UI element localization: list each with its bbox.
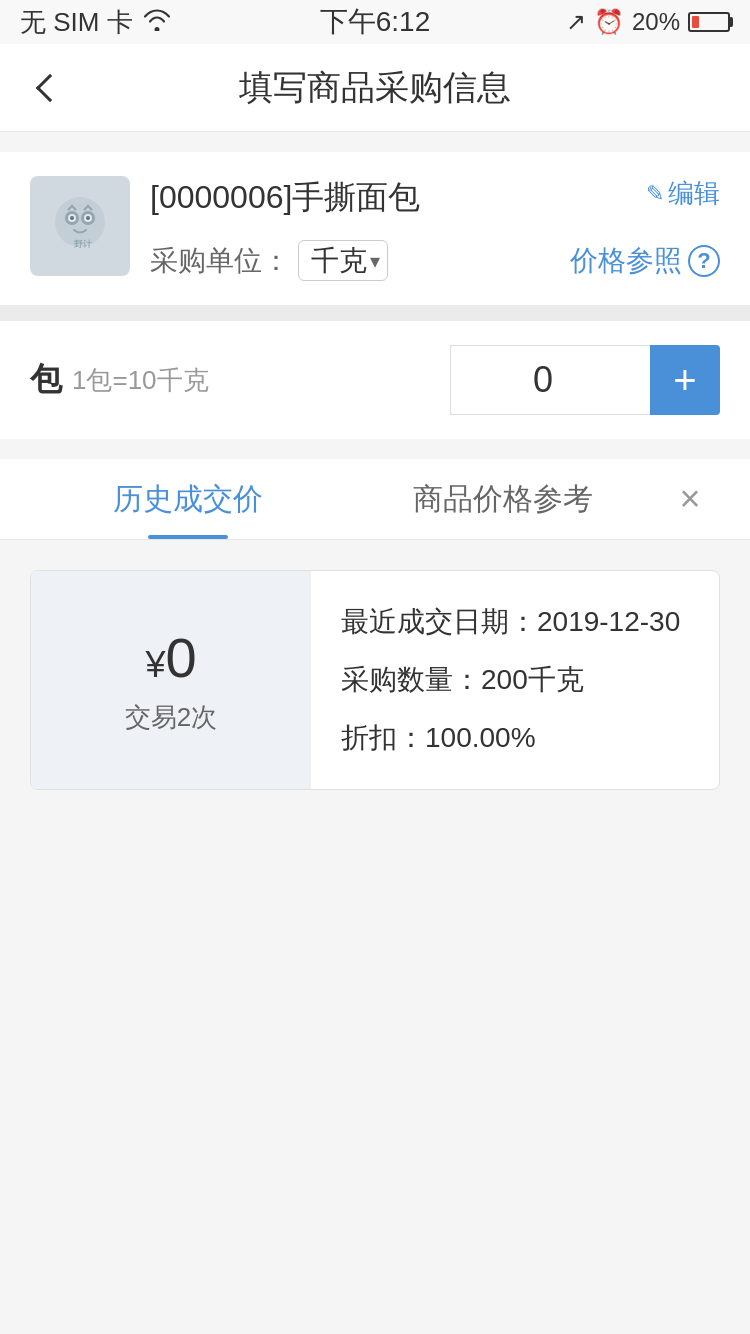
product-thumbnail: 野计 (30, 176, 130, 276)
product-header: [0000006]手撕面包 ✎ 编辑 (150, 176, 720, 220)
question-mark: ? (697, 248, 710, 274)
wifi-icon (143, 7, 171, 38)
detail-qty-label: 采购数量： (341, 664, 481, 695)
product-unit-row: 采购单位： 千克 价格参照 ? (150, 240, 720, 281)
status-right: ↗ ⏰ 20% (566, 8, 730, 36)
battery-icon (688, 12, 730, 32)
currency-symbol: ¥ (145, 644, 165, 685)
edit-icon: ✎ (646, 181, 664, 207)
back-arrow-icon (36, 73, 64, 101)
svg-point-5 (70, 216, 74, 220)
battery-percent: 20% (632, 8, 680, 36)
page-title: 填写商品采购信息 (239, 65, 511, 111)
quantity-unit-icon: 包 (30, 358, 62, 402)
unit-select[interactable]: 千克 (298, 240, 388, 281)
product-info: [0000006]手撕面包 ✎ 编辑 采购单位： 千克 价格参照 ? (150, 176, 720, 281)
detail-date-value: 2019-12-30 (537, 606, 680, 637)
unit-select-wrapper[interactable]: 千克 (298, 240, 388, 281)
status-bar: 无 SIM 卡 下午6:12 ↗ ⏰ 20% (0, 0, 750, 44)
quantity-input[interactable] (450, 345, 650, 415)
tab-product-price-ref[interactable]: 商品价格参考 (345, 459, 660, 539)
main-content: 历史成交价 商品价格参考 × ¥0 交易2次 最近成交日期：2019-12-30… (0, 459, 750, 1059)
price-ref-label: 价格参照 (570, 242, 682, 280)
quantity-input-group: + (450, 345, 720, 415)
carrier-text: 无 SIM 卡 (20, 5, 133, 40)
product-card: 野计 [0000006]手撕面包 ✎ 编辑 采购单位： 千克 价格参照 (0, 152, 750, 305)
detail-discount-value: 100.00% (425, 722, 536, 753)
tab-history-price-label: 历史成交价 (113, 479, 263, 520)
close-icon: × (679, 478, 700, 520)
quantity-conversion: 1包=10千克 (72, 363, 209, 398)
edit-button[interactable]: ✎ 编辑 (646, 176, 720, 211)
plus-icon: + (673, 360, 696, 400)
svg-text:野计: 野计 (74, 239, 92, 249)
location-icon: ↗ (566, 8, 586, 36)
detail-discount-label: 折扣： (341, 722, 425, 753)
close-button[interactable]: × (660, 469, 720, 529)
alarm-icon: ⏰ (594, 8, 624, 36)
nav-bar: 填写商品采购信息 (0, 44, 750, 132)
price-detail-discount: 折扣：100.00% (341, 717, 689, 759)
quantity-row: 包 1包=10千克 + (0, 321, 750, 439)
svg-point-6 (86, 216, 90, 220)
product-name: [0000006]手撕面包 (150, 176, 420, 220)
edit-label: 编辑 (668, 176, 720, 211)
price-detail-qty: 采购数量：200千克 (341, 659, 689, 701)
status-time: 下午6:12 (320, 3, 431, 41)
quantity-plus-button[interactable]: + (650, 345, 720, 415)
price-card: ¥0 交易2次 最近成交日期：2019-12-30 采购数量：200千克 折扣：… (30, 570, 720, 790)
price-amount: ¥0 (145, 625, 196, 690)
unit-label: 采购单位： (150, 242, 290, 280)
detail-date-label: 最近成交日期： (341, 606, 537, 637)
tab-product-price-ref-label: 商品价格参考 (413, 479, 593, 520)
price-detail-date: 最近成交日期：2019-12-30 (341, 601, 689, 643)
detail-qty-value: 200千克 (481, 664, 584, 695)
tab-history-price[interactable]: 历史成交价 (30, 459, 345, 539)
price-value: 0 (165, 626, 196, 689)
back-button[interactable] (20, 58, 80, 118)
price-details: 最近成交日期：2019-12-30 采购数量：200千克 折扣：100.00% (311, 571, 719, 789)
quantity-label: 包 1包=10千克 (30, 358, 209, 402)
price-reference-button[interactable]: 价格参照 ? (570, 242, 720, 280)
help-icon: ? (688, 245, 720, 277)
price-trades: 交易2次 (125, 700, 217, 735)
status-left: 无 SIM 卡 (20, 5, 171, 40)
product-image-placeholder: 野计 (50, 192, 110, 261)
price-summary: ¥0 交易2次 (31, 571, 311, 789)
tab-bar: 历史成交价 商品价格参考 × (0, 459, 750, 540)
section-divider (0, 305, 750, 321)
